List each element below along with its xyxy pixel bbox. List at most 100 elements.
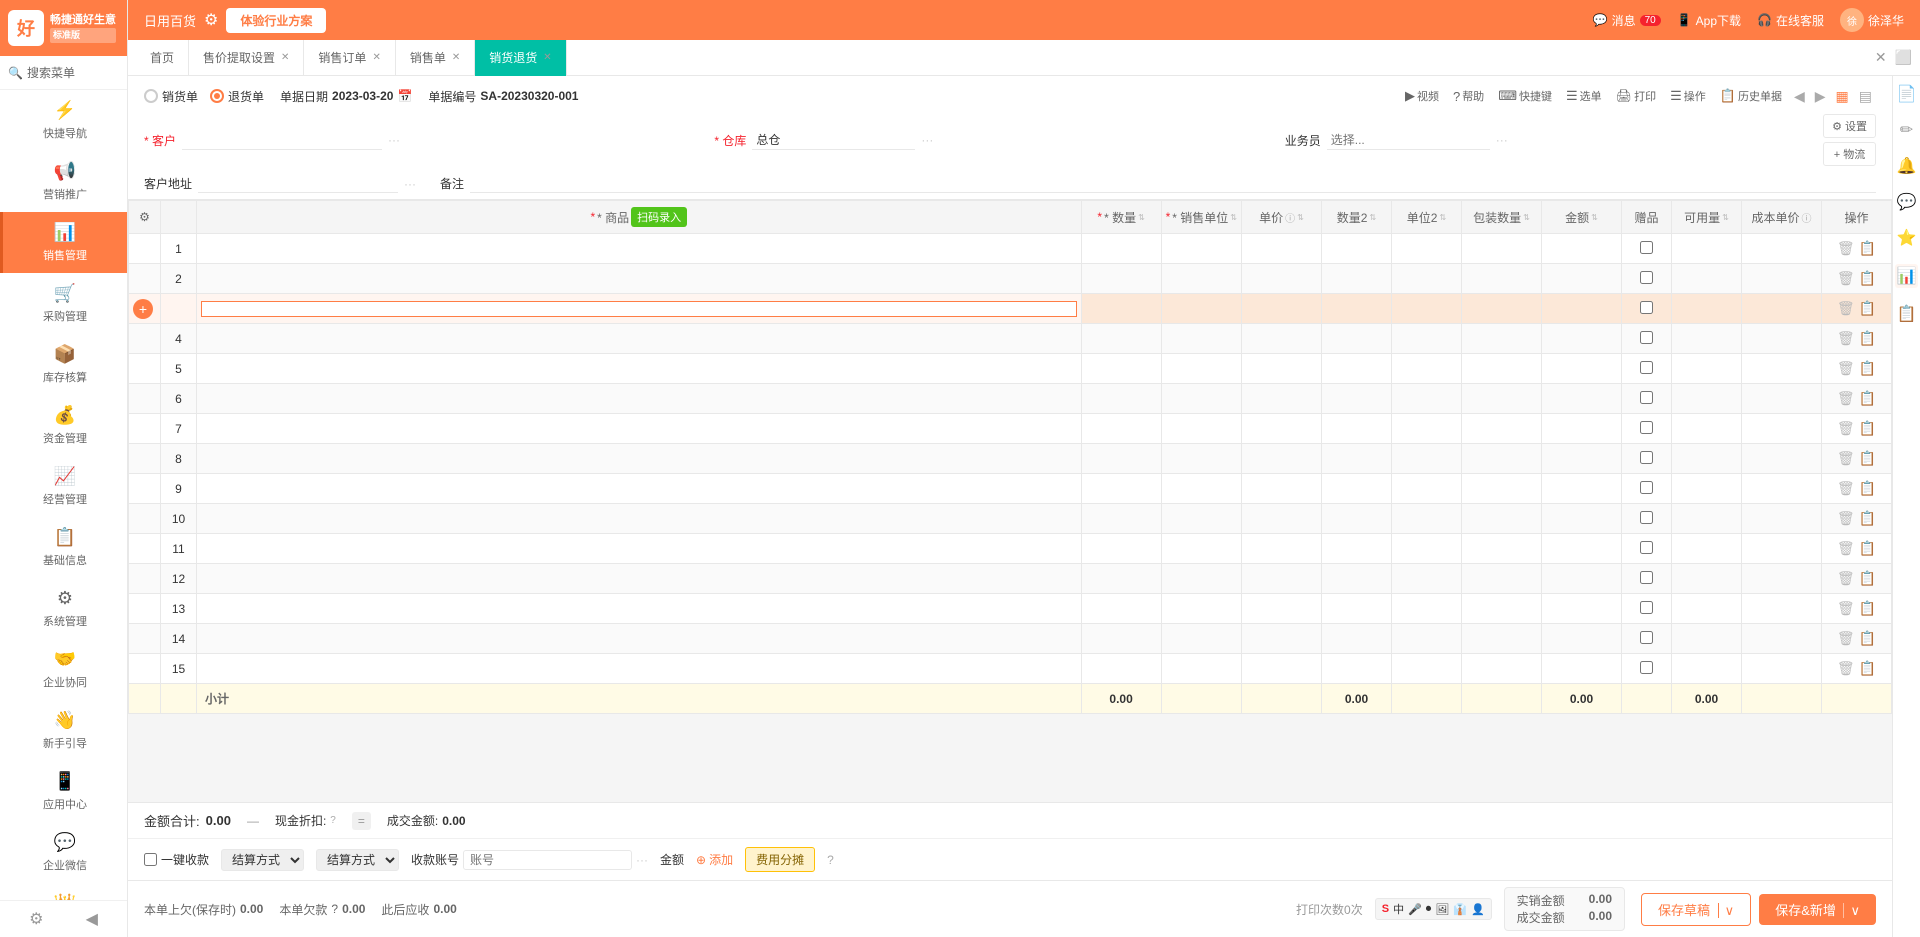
product-input-1[interactable] <box>201 242 1077 256</box>
tab-sales-return-close[interactable]: ✕ <box>543 52 551 63</box>
gift-checkbox-1[interactable] <box>1640 241 1653 254</box>
copy-row-1[interactable]: 📋 <box>1859 240 1876 257</box>
online-service-item[interactable]: 🎧 在线客服 <box>1757 12 1824 29</box>
sidebar-item-apps[interactable]: 📱 应用中心 <box>0 761 127 822</box>
customer-addr-input[interactable] <box>198 174 398 193</box>
taskbar-icon-img[interactable]: 🖼 <box>1435 903 1449 916</box>
row-amount-2[interactable] <box>1542 264 1622 294</box>
gift-checkbox-2[interactable] <box>1640 271 1653 284</box>
gift-checkbox-3[interactable] <box>1640 301 1653 314</box>
tab-sales-bill-close[interactable]: ✕ <box>452 52 460 63</box>
taskbar-icon-zh[interactable]: 中 <box>1393 901 1404 917</box>
sidebar-settings-btn[interactable]: ⚙ <box>29 909 43 929</box>
delete-row-2[interactable]: 🗑 <box>1837 270 1855 287</box>
taskbar-icon-mic[interactable]: 🎤 <box>1408 903 1422 916</box>
right-panel-bottom-icon[interactable]: 📋 <box>1897 304 1917 324</box>
right-panel-chat-icon[interactable]: 💬 <box>1897 192 1917 212</box>
add-row-button[interactable]: + <box>133 299 153 319</box>
product-input-3[interactable] <box>201 301 1077 317</box>
warehouse-input[interactable] <box>752 131 915 150</box>
add-payment-btn[interactable]: ⊕ 添加 <box>696 851 733 868</box>
header-gear-icon[interactable]: ⚙ <box>204 10 218 30</box>
customer-input[interactable] <box>182 131 382 150</box>
tab-price-extract[interactable]: 售价提取设置 ✕ <box>189 40 304 76</box>
right-panel-active-icon[interactable]: 📊 <box>1895 264 1919 288</box>
calculation-method-select[interactable]: 结算方式 <box>316 849 399 871</box>
amount-sort-icon[interactable]: ⇅ <box>1591 213 1598 222</box>
row-unit-1[interactable] <box>1161 234 1241 264</box>
price-sort-icon[interactable]: ⇅ <box>1297 213 1304 222</box>
taskbar-icon-cloth[interactable]: 👔 <box>1453 903 1467 916</box>
settings-btn[interactable]: ⚙ 设置 <box>1823 114 1876 138</box>
sidebar-collapse-btn[interactable]: ◀ <box>86 909 98 929</box>
sidebar-item-operations[interactable]: 📈 经营管理 <box>0 456 127 517</box>
message-item[interactable]: 💬 消息 70 <box>1593 12 1661 29</box>
settlement-method-select[interactable]: 结算方式 <box>221 849 304 871</box>
save-new-button[interactable]: 保存&新增 ∨ <box>1759 894 1876 925</box>
th-settings[interactable]: ⚙ <box>129 201 161 234</box>
calendar-icon[interactable]: 📅 <box>397 89 412 103</box>
row-product-9[interactable] <box>197 474 1082 504</box>
sidebar-item-marketing[interactable]: 📢 营销推广 <box>0 151 127 212</box>
sidebar-item-wechat[interactable]: 💬 企业微信 <box>0 822 127 883</box>
row-price-3[interactable] <box>1242 294 1322 324</box>
discount-info-icon[interactable]: ? <box>330 815 336 826</box>
row-product-8[interactable] <box>197 444 1082 474</box>
app-download-item[interactable]: 📱 App下载 <box>1677 12 1741 29</box>
salesperson-select-btn[interactable]: ··· <box>1496 133 1508 147</box>
taskbar-icon-rec[interactable]: ⏺ <box>1426 903 1432 916</box>
row-product-1[interactable] <box>197 234 1082 264</box>
tab-sales-order-close[interactable]: ✕ <box>372 52 380 63</box>
taskbar-icon-s[interactable]: S <box>1382 903 1389 915</box>
fees-split-btn[interactable]: 费用分摊 <box>745 847 815 872</box>
right-panel-edit-icon[interactable]: ✏ <box>1900 120 1913 140</box>
qty2-sort-icon[interactable]: ⇅ <box>1369 213 1376 222</box>
save-new-dropdown-icon[interactable]: ∨ <box>1843 903 1860 918</box>
sidebar-item-system[interactable]: ⚙ 系统管理 <box>0 578 127 639</box>
unit2-sort-icon[interactable]: ⇅ <box>1439 213 1446 222</box>
row-product-12[interactable] <box>197 564 1082 594</box>
tab-sales-order[interactable]: 销售订单 ✕ <box>304 40 395 76</box>
tab-sales-bill[interactable]: 销售单 ✕ <box>396 40 475 76</box>
nav-prev[interactable]: ◀ <box>1790 88 1809 105</box>
row-unit-3[interactable] <box>1161 294 1241 324</box>
copy-row-2[interactable]: 📋 <box>1859 270 1876 287</box>
row-gift-1[interactable] <box>1622 234 1672 264</box>
row-unit2-3[interactable] <box>1392 294 1462 324</box>
right-panel-star-icon[interactable]: ⭐ <box>1897 228 1917 248</box>
row-qty-3[interactable] <box>1081 294 1161 324</box>
row-unit2-1[interactable] <box>1392 234 1462 264</box>
row-product-6[interactable] <box>197 384 1082 414</box>
row-unit2-2[interactable] <box>1392 264 1462 294</box>
pack-sort-icon[interactable]: ⇅ <box>1523 213 1530 222</box>
sidebar-item-finance[interactable]: 💰 资金管理 <box>0 395 127 456</box>
list-view-btn[interactable]: ▤ <box>1855 88 1876 105</box>
logistics-btn[interactable]: + 物流 <box>1823 142 1876 166</box>
grid-view-btn[interactable]: ▦ <box>1832 88 1853 105</box>
sidebar-item-quick-nav[interactable]: ⚡ 快捷导航 <box>0 90 127 151</box>
nav-next[interactable]: ▶ <box>1811 88 1830 105</box>
row-product-3[interactable] <box>197 294 1082 324</box>
addr-select-btn[interactable]: ··· <box>404 177 416 191</box>
row-pack-3[interactable] <box>1462 294 1542 324</box>
row-product-2[interactable] <box>197 264 1082 294</box>
row-gift-2[interactable] <box>1622 264 1672 294</box>
row-qty2-3[interactable] <box>1322 294 1392 324</box>
save-draft-button[interactable]: 保存草稿 ∨ <box>1641 893 1751 926</box>
radio-return-bill[interactable]: 退货单 <box>210 88 264 105</box>
tab-sales-return[interactable]: 销货退货 ✕ <box>475 40 566 76</box>
user-profile[interactable]: 徐 徐泽华 <box>1840 8 1904 32</box>
dropdown-arrow-icon[interactable]: ∨ <box>1718 903 1735 918</box>
row-qty-2[interactable] <box>1081 264 1161 294</box>
one-click-collect-checkbox[interactable]: 一键收款 <box>144 851 209 868</box>
row-pack-1[interactable] <box>1462 234 1542 264</box>
toolbar-print[interactable]: 🖨 打印 <box>1610 86 1663 106</box>
toolbar-history[interactable]: 📋 历史单据 <box>1714 86 1788 106</box>
price-info-icon[interactable]: ⓘ <box>1285 210 1295 225</box>
row-product-13[interactable] <box>197 594 1082 624</box>
row-product-15[interactable] <box>197 654 1082 684</box>
row-unit-2[interactable] <box>1161 264 1241 294</box>
toolbar-video[interactable]: ▶ 视频 <box>1399 86 1445 106</box>
row-product-7[interactable] <box>197 414 1082 444</box>
row-product-14[interactable] <box>197 624 1082 654</box>
